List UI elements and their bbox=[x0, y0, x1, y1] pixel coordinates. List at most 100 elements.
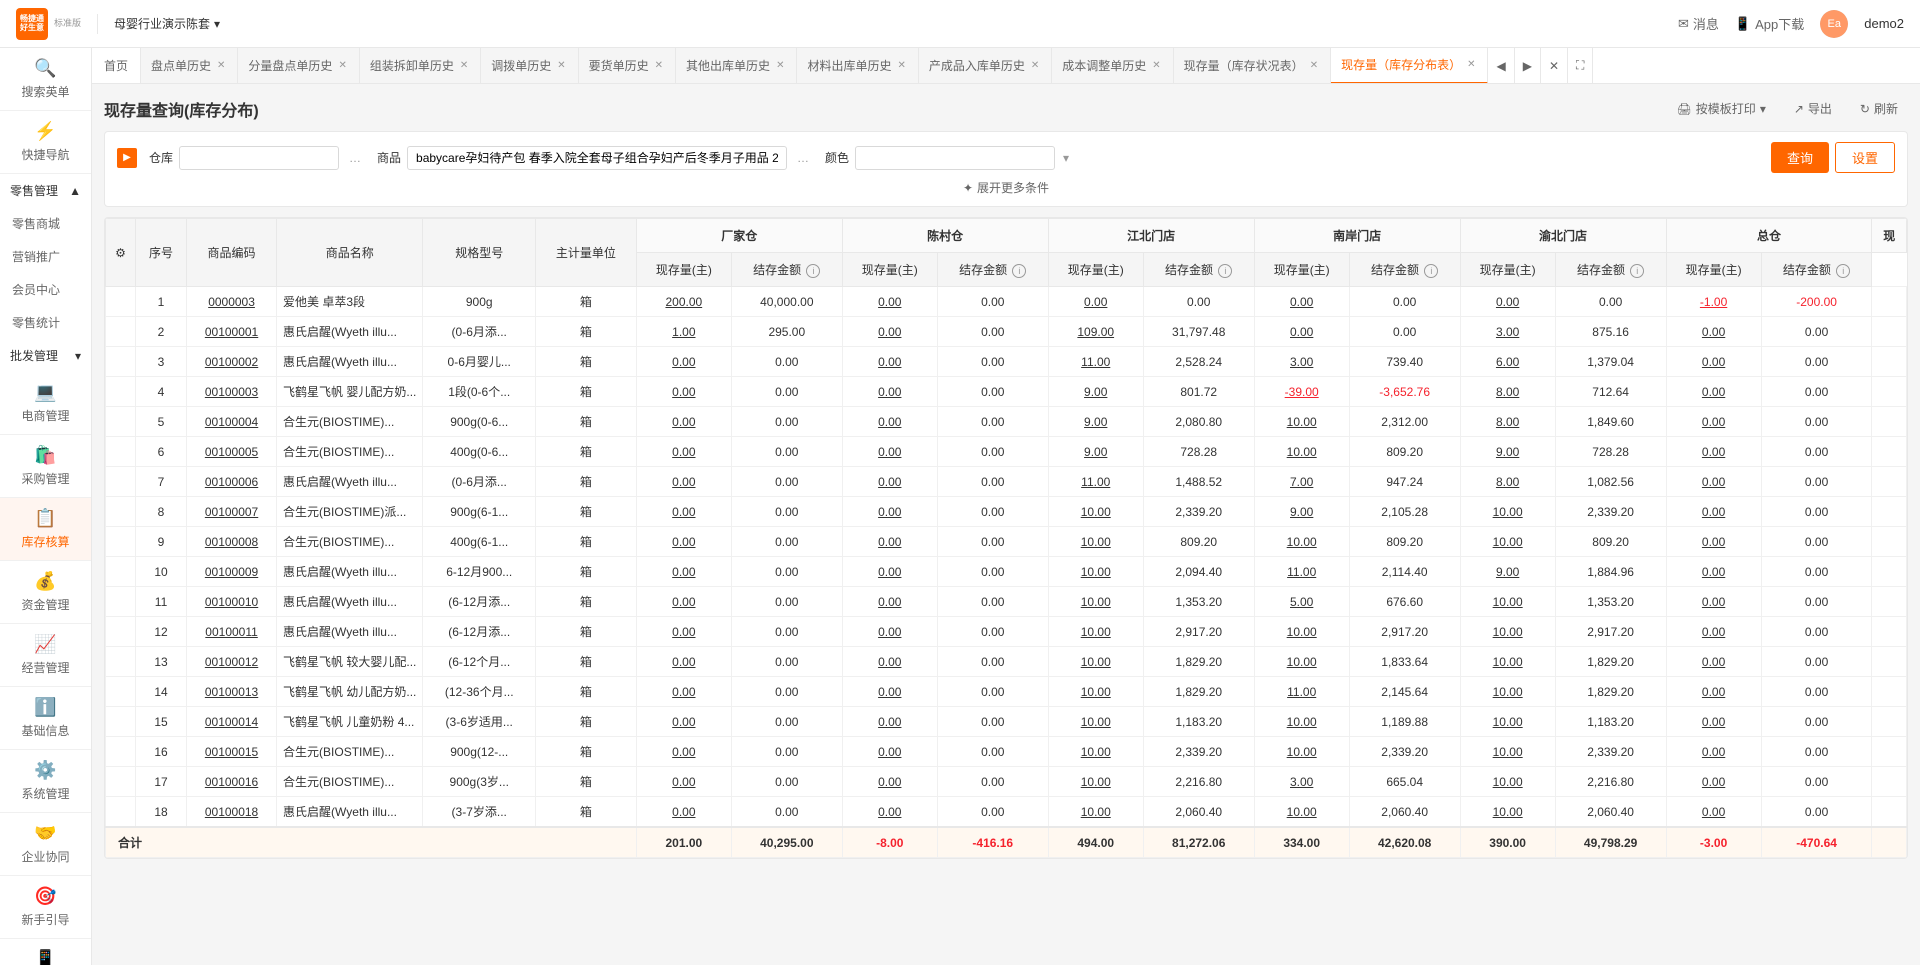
cell-code[interactable]: 00100012 bbox=[187, 647, 277, 677]
sidebar-item-basic[interactable]: ℹ️ 基础信息 bbox=[0, 687, 91, 750]
cell-jiangb-qty[interactable]: 11.00 bbox=[1048, 347, 1143, 377]
warehouse-dots[interactable]: … bbox=[345, 151, 365, 165]
cell-yubei-qty[interactable]: 10.00 bbox=[1460, 737, 1555, 767]
tab-prev-btn[interactable]: ◀ bbox=[1488, 48, 1514, 84]
cell-yubei-qty[interactable]: 10.00 bbox=[1460, 647, 1555, 677]
org-selector[interactable]: 母婴行业演示陈套 ▾ bbox=[114, 15, 220, 32]
cell-nanan-qty[interactable]: 3.00 bbox=[1254, 767, 1349, 797]
cell-code[interactable]: 00100013 bbox=[187, 677, 277, 707]
cell-code[interactable]: 00100001 bbox=[187, 317, 277, 347]
message-btn[interactable]: ✉ 消息 bbox=[1678, 14, 1719, 33]
tab-close[interactable]: ✕ bbox=[895, 59, 907, 72]
cell-chencu-qty[interactable]: 0.00 bbox=[842, 647, 937, 677]
cell-jiangb-qty[interactable]: 10.00 bbox=[1048, 587, 1143, 617]
cell-chencu-qty[interactable]: 0.00 bbox=[842, 407, 937, 437]
sidebar-item-ecommerce[interactable]: 💻 电商管理 bbox=[0, 372, 91, 435]
cell-changj-qty[interactable]: 0.00 bbox=[636, 737, 731, 767]
cell-nanan-qty[interactable]: 10.00 bbox=[1254, 407, 1349, 437]
cell-code[interactable]: 00100018 bbox=[187, 797, 277, 828]
avatar[interactable]: Ea bbox=[1820, 10, 1848, 38]
cell-changj-qty[interactable]: 0.00 bbox=[636, 377, 731, 407]
sidebar-item-nav[interactable]: ⚡ 快捷导航 bbox=[0, 111, 91, 174]
cell-code[interactable]: 00100002 bbox=[187, 347, 277, 377]
cell-yubei-qty[interactable]: 10.00 bbox=[1460, 677, 1555, 707]
sidebar-sub-marketing[interactable]: 营销推广 bbox=[0, 240, 91, 273]
cell-chencu-qty[interactable]: 0.00 bbox=[842, 707, 937, 737]
cell-jiangb-qty[interactable]: 9.00 bbox=[1048, 407, 1143, 437]
cell-yubei-qty[interactable]: 10.00 bbox=[1460, 797, 1555, 828]
tab-close-all-btn[interactable]: ✕ bbox=[1541, 48, 1568, 84]
tab-close[interactable]: ✕ bbox=[215, 59, 227, 72]
cell-changj-qty[interactable]: 0.00 bbox=[636, 467, 731, 497]
cell-jiangb-qty[interactable]: 11.00 bbox=[1048, 467, 1143, 497]
cell-changj-qty[interactable]: 0.00 bbox=[636, 587, 731, 617]
cell-yubei-qty[interactable]: 8.00 bbox=[1460, 407, 1555, 437]
expand-row[interactable]: ✦ 展开更多条件 bbox=[117, 179, 1895, 196]
info-icon[interactable]: i bbox=[1424, 264, 1438, 278]
cell-yubei-qty[interactable]: 0.00 bbox=[1460, 287, 1555, 317]
tab-close[interactable]: ✕ bbox=[774, 59, 786, 72]
cell-code[interactable]: 00100005 bbox=[187, 437, 277, 467]
sidebar-item-management[interactable]: 📈 经营管理 bbox=[0, 624, 91, 687]
cell-changj-qty[interactable]: 0.00 bbox=[636, 707, 731, 737]
info-icon[interactable]: i bbox=[806, 264, 820, 278]
cell-code[interactable]: 00100014 bbox=[187, 707, 277, 737]
cell-chencu-qty[interactable]: 0.00 bbox=[842, 497, 937, 527]
cell-changj-qty[interactable]: 1.00 bbox=[636, 317, 731, 347]
print-btn[interactable]: 🖨 按模板打印 ▾ bbox=[1667, 96, 1776, 121]
cell-chencu-qty[interactable]: 0.00 bbox=[842, 527, 937, 557]
cell-code[interactable]: 00100006 bbox=[187, 467, 277, 497]
cell-changj-qty[interactable]: 0.00 bbox=[636, 497, 731, 527]
cell-yubei-qty[interactable]: 9.00 bbox=[1460, 557, 1555, 587]
cell-changj-qty[interactable]: 0.00 bbox=[636, 647, 731, 677]
cell-nanan-qty[interactable]: 10.00 bbox=[1254, 707, 1349, 737]
cell-code[interactable]: 00100008 bbox=[187, 527, 277, 557]
tab-assemble[interactable]: 组装拆卸单历史 ✕ bbox=[360, 48, 481, 84]
sidebar-sub-retail-shop[interactable]: 零售商城 bbox=[0, 207, 91, 240]
cell-code[interactable]: 00100003 bbox=[187, 377, 277, 407]
sidebar-sub-member[interactable]: 会员中心 bbox=[0, 273, 91, 306]
cell-zongc-qty[interactable]: 0.00 bbox=[1666, 347, 1761, 377]
cell-zongc-qty[interactable]: 0.00 bbox=[1666, 497, 1761, 527]
cell-code[interactable]: 0000003 bbox=[187, 287, 277, 317]
tab-cost-adjust[interactable]: 成本调整单历史 ✕ bbox=[1052, 48, 1173, 84]
filter-collapse-btn[interactable]: ▶ bbox=[117, 148, 137, 168]
cell-chencu-qty[interactable]: 0.00 bbox=[842, 347, 937, 377]
cell-chencu-qty[interactable]: 0.00 bbox=[842, 677, 937, 707]
cell-nanan-qty[interactable]: 10.00 bbox=[1254, 617, 1349, 647]
tab-close[interactable]: ✕ bbox=[336, 59, 348, 72]
tab-order[interactable]: 要货单历史 ✕ bbox=[579, 48, 676, 84]
product-input[interactable] bbox=[407, 146, 787, 170]
cell-zongc-qty[interactable]: 0.00 bbox=[1666, 647, 1761, 677]
cell-changj-qty[interactable]: 0.00 bbox=[636, 767, 731, 797]
cell-changj-qty[interactable]: 0.00 bbox=[636, 557, 731, 587]
cell-changj-qty[interactable]: 0.00 bbox=[636, 347, 731, 377]
cell-yubei-qty[interactable]: 10.00 bbox=[1460, 767, 1555, 797]
cell-changj-qty[interactable]: 0.00 bbox=[636, 527, 731, 557]
tab-partial-check[interactable]: 分量盘点单历史 ✕ bbox=[238, 48, 359, 84]
sidebar-item-appcenter[interactable]: 📱 应用中心 bbox=[0, 939, 91, 965]
info-icon[interactable]: i bbox=[1012, 264, 1026, 278]
cell-jiangb-qty[interactable]: 10.00 bbox=[1048, 677, 1143, 707]
cell-nanan-qty[interactable]: 10.00 bbox=[1254, 647, 1349, 677]
cell-zongc-qty[interactable]: 0.00 bbox=[1666, 587, 1761, 617]
cell-jiangb-qty[interactable]: 10.00 bbox=[1048, 557, 1143, 587]
cell-code[interactable]: 00100010 bbox=[187, 587, 277, 617]
cell-jiangb-qty[interactable]: 10.00 bbox=[1048, 767, 1143, 797]
sidebar-item-inventory[interactable]: 📋 库存核算 bbox=[0, 498, 91, 561]
app-download-btn[interactable]: 📱 App下载 bbox=[1735, 14, 1804, 33]
cell-zongc-qty[interactable]: 0.00 bbox=[1666, 797, 1761, 828]
sidebar-item-search[interactable]: 🔍 搜索英单 bbox=[0, 48, 91, 111]
cell-code[interactable]: 00100004 bbox=[187, 407, 277, 437]
tab-stock-status[interactable]: 现存量（库存状况表） ✕ bbox=[1174, 48, 1331, 84]
cell-yubei-qty[interactable]: 8.00 bbox=[1460, 467, 1555, 497]
cell-nanan-qty[interactable]: 3.00 bbox=[1254, 347, 1349, 377]
refresh-btn[interactable]: ↻ 刷新 bbox=[1850, 96, 1908, 121]
cell-changj-qty[interactable]: 0.00 bbox=[636, 407, 731, 437]
cell-nanan-qty[interactable]: 10.00 bbox=[1254, 437, 1349, 467]
cell-zongc-qty[interactable]: 0.00 bbox=[1666, 377, 1761, 407]
tab-close[interactable]: ✕ bbox=[653, 59, 665, 72]
cell-chencu-qty[interactable]: 0.00 bbox=[842, 437, 937, 467]
tab-fullscreen-btn[interactable]: ⛶ bbox=[1568, 48, 1593, 84]
cell-jiangb-qty[interactable]: 9.00 bbox=[1048, 437, 1143, 467]
